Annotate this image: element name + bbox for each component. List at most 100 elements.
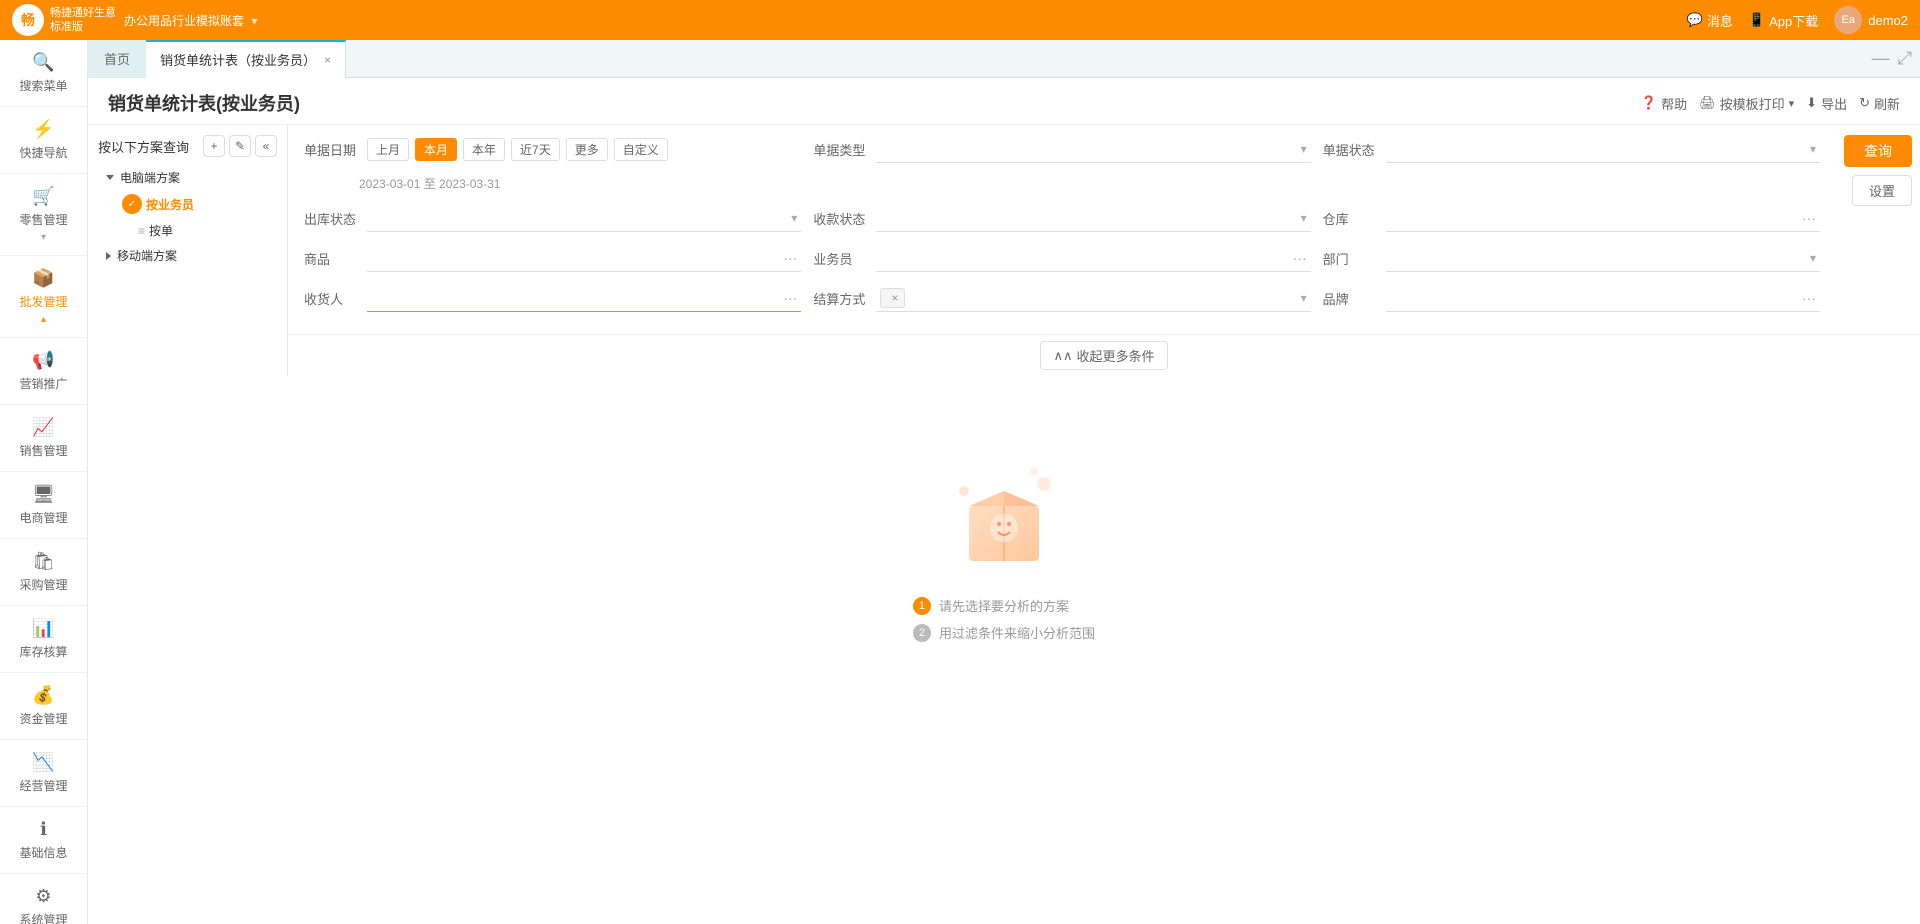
- sidebar-item-sales[interactable]: 📈 销售管理: [0, 405, 87, 472]
- scheme-add-btn[interactable]: +: [203, 135, 225, 157]
- empty-illustration: [944, 456, 1064, 576]
- mobile-expand-icon: [106, 252, 111, 260]
- export-btn[interactable]: ⬇ 导出: [1806, 94, 1847, 113]
- top-title-text: 办公用品行业模拟账套: [124, 14, 244, 28]
- scheme-by-salesperson[interactable]: ✓ 按业务员: [114, 190, 277, 218]
- tab-close-btn[interactable]: ×: [324, 53, 331, 67]
- active-scheme-dot: ✓: [122, 194, 142, 214]
- page-content: 销货单统计表(按业务员) ❓ 帮助 🖨 按模板打印 ▾ ⬇: [88, 78, 1920, 924]
- department-input[interactable]: ▾: [1386, 244, 1820, 272]
- filter-doc-status-field: 单据状态 ▾: [1323, 135, 1820, 163]
- sidebar-item-operations[interactable]: 📉 经营管理: [0, 740, 87, 807]
- sidebar-label-system: 系统管理: [19, 911, 67, 924]
- warehouse-dots: ···: [1802, 210, 1816, 226]
- filter-doc-type-field: 单据类型 ▾: [813, 135, 1310, 163]
- sidebar-item-purchase[interactable]: 🛍 采购管理: [0, 539, 87, 606]
- sidebar-item-quicknav[interactable]: ⚡ 快捷导航: [0, 107, 87, 174]
- sidebar-item-retail[interactable]: 🛒 零售管理 ▾: [0, 174, 87, 256]
- filter-out-status-field: 出库状态 ▾: [304, 204, 801, 232]
- settings-button[interactable]: 设置: [1852, 175, 1912, 206]
- sidebar-label-finance: 资金管理: [19, 710, 67, 727]
- hint-1: 1 请先选择要分析的方案: [913, 596, 1095, 615]
- filter-goods-field: 商品 ···: [304, 244, 801, 272]
- messages-btn[interactable]: 💬 消息: [1687, 11, 1733, 30]
- doc-status-input[interactable]: ▾: [1386, 135, 1820, 163]
- receiver-input[interactable]: ···: [367, 284, 801, 312]
- hint-num-2: 2: [913, 624, 931, 642]
- filter-department-field: 部门 ▾: [1323, 244, 1820, 272]
- hint-text-2: 用过滤条件来缩小分析范围: [939, 623, 1095, 642]
- scheme-by-order[interactable]: ≡ 按单: [114, 218, 277, 243]
- sidebar-item-marketing[interactable]: 📢 营销推广: [0, 338, 87, 405]
- gear-icon: ⚙: [35, 886, 51, 907]
- tag-remove-btn[interactable]: ×: [891, 291, 898, 305]
- filter-row-1: 单据日期 上月 本月 本年 近7天 更多 自定义: [304, 135, 1820, 163]
- this-month-btn[interactable]: 本月: [415, 138, 457, 161]
- tab-minimize-btn[interactable]: —: [1872, 48, 1890, 69]
- last7-btn[interactable]: 近7天: [511, 138, 560, 161]
- page-header: 销货单统计表(按业务员) ❓ 帮助 🖨 按模板打印 ▾ ⬇: [88, 78, 1920, 125]
- brand-input[interactable]: ···: [1386, 284, 1820, 312]
- doc-type-input[interactable]: ▾: [876, 135, 1310, 163]
- help-label: 帮助: [1661, 94, 1687, 113]
- retail-arrow: ▾: [41, 232, 46, 243]
- tab-active-report[interactable]: 销货单统计表（按业务员） ×: [146, 40, 346, 78]
- tab-maximize-btn[interactable]: ⤢: [1898, 48, 1912, 69]
- sidebar-label-retail: 零售管理: [19, 211, 67, 228]
- sidebar-item-wholesale[interactable]: 📦 批发管理 ▴: [0, 256, 87, 338]
- filter-brand-field: 品牌 ···: [1323, 284, 1820, 312]
- payment-status-input[interactable]: ▾: [876, 204, 1310, 232]
- user-area[interactable]: Ea demo2: [1834, 6, 1908, 34]
- print-label: 按模板打印: [1720, 94, 1785, 113]
- receiver-dots: ···: [783, 290, 797, 306]
- logo-area: 畅 畅捷通好生意 标准版: [12, 4, 116, 36]
- app-download-btn[interactable]: 📱 App下载: [1749, 11, 1818, 30]
- custom-btn[interactable]: 自定义: [614, 138, 668, 161]
- this-year-btn[interactable]: 本年: [463, 138, 505, 161]
- sidebar-item-basic-info[interactable]: ℹ 基础信息: [0, 807, 87, 874]
- print-btn[interactable]: 🖨 按模板打印 ▾: [1699, 94, 1794, 113]
- print-arrow: ▾: [1789, 97, 1795, 110]
- more-btn[interactable]: 更多: [566, 138, 608, 161]
- sidebar-item-ecommerce[interactable]: 🖥 电商管理: [0, 472, 87, 539]
- chart-up-icon: 📈: [32, 417, 54, 438]
- payment-method-input[interactable]: × ▾: [876, 284, 1310, 312]
- refresh-btn[interactable]: ↻ 刷新: [1859, 94, 1900, 113]
- filter-right: 单据日期 上月 本月 本年 近7天 更多 自定义: [288, 125, 1920, 376]
- dropdown-icon[interactable]: ▾: [251, 14, 257, 28]
- collapse-up-icon: ∧∧: [1053, 348, 1072, 364]
- message-icon: 💬: [1687, 12, 1703, 28]
- tab-home[interactable]: 首页: [88, 40, 146, 78]
- top-bar-right: 💬 消息 📱 App下载 Ea demo2: [1687, 6, 1908, 34]
- sidebar-item-system[interactable]: ⚙ 系统管理: [0, 874, 87, 924]
- salesperson-input[interactable]: ···: [876, 244, 1310, 272]
- desktop-group[interactable]: 电脑端方案: [98, 165, 277, 190]
- scheme-header-text: 按以下方案查询: [98, 137, 189, 156]
- mobile-group[interactable]: 移动端方案: [98, 243, 277, 268]
- sidebar-label-search: 搜索菜单: [19, 77, 67, 94]
- sidebar-item-inventory[interactable]: 📊 库存核算: [0, 606, 87, 673]
- help-btn[interactable]: ❓ 帮助: [1641, 94, 1687, 113]
- last-month-btn[interactable]: 上月: [367, 138, 409, 161]
- collapse-more-btn[interactable]: ∧∧ 收起更多条件: [1040, 341, 1167, 370]
- hint-num-1: 1: [913, 597, 931, 615]
- doc-status-chevron: ▾: [1810, 142, 1816, 156]
- warehouse-input[interactable]: ···: [1386, 204, 1820, 232]
- main-layout: 🔍 搜索菜单 ⚡ 快捷导航 🛒 零售管理 ▾ 📦 批发管理 ▴ 📢 营销推广: [0, 40, 1920, 924]
- filter-fields: 单据日期 上月 本月 本年 近7天 更多 自定义: [288, 125, 1836, 334]
- sidebar-item-search[interactable]: 🔍 搜索菜单: [0, 40, 87, 107]
- scheme-edit-btn[interactable]: ✎: [229, 135, 251, 157]
- sidebar-item-finance[interactable]: 💰 资金管理: [0, 673, 87, 740]
- out-status-chevron: ▾: [791, 211, 797, 225]
- wholesale-arrow: ▴: [41, 314, 46, 325]
- payment-status-chevron: ▾: [1301, 211, 1307, 225]
- query-button[interactable]: 查询: [1844, 135, 1912, 167]
- out-status-input[interactable]: ▾: [367, 204, 801, 232]
- desktop-expand-icon: [106, 175, 114, 180]
- page-actions: ❓ 帮助 🖨 按模板打印 ▾ ⬇ 导出 ↻: [1641, 94, 1900, 113]
- app-container: 畅 畅捷通好生意 标准版 办公用品行业模拟账套 ▾ 💬 消息 📱 App下载 E…: [0, 0, 1920, 924]
- department-chevron: ▾: [1810, 251, 1816, 265]
- goods-input[interactable]: ···: [367, 244, 801, 272]
- info-icon: ℹ: [40, 819, 47, 840]
- scheme-collapse-btn[interactable]: «: [255, 135, 277, 157]
